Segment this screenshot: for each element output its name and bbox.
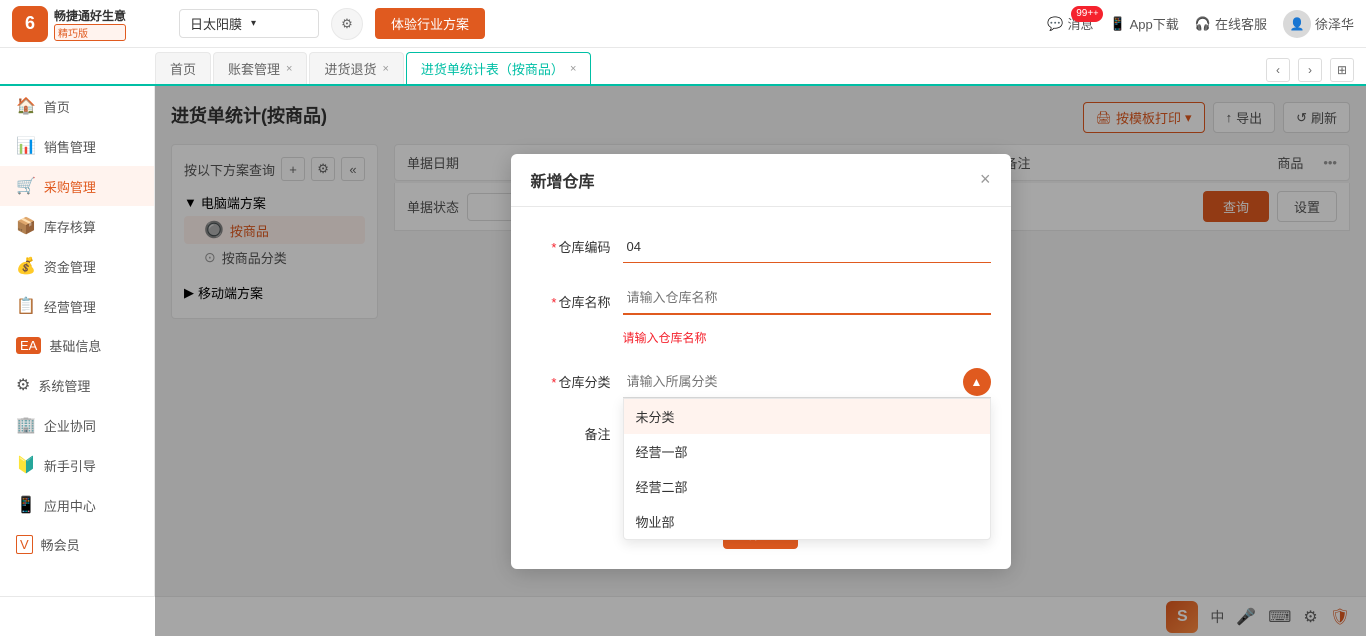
sidebar-item-enterprise[interactable]: 🏢 企业协同 [0,405,154,445]
user-item[interactable]: 👤 徐泽华 [1283,10,1354,38]
logo-badge: 精巧版 [54,24,126,41]
modal-overlay: 新增仓库 × 仓库编码 仓库名称 [155,86,1366,636]
sidebar-item-system[interactable]: ⚙ 系统管理 [0,365,154,405]
dropdown-item-uncategorized[interactable]: 未分类 [624,399,990,434]
content-area: 进货单统计(按商品) 🖨 按模板打印 ▾ ↑ 导出 ↺ 刷新 按以下方案查询 [155,86,1366,636]
app-download-item[interactable]: 📱 App下载 [1109,14,1178,33]
form-row-category: 仓库分类 ▲ 未分类 经营一部 经营二部 物业部 [531,366,991,398]
sidebar-item-management[interactable]: 📋 经营管理 [0,286,154,326]
tab-close-active-icon[interactable]: × [570,63,576,75]
home-icon: 🏠 [16,96,36,116]
online-service-item[interactable]: 🎧 在线客服 [1195,14,1267,33]
dropdown-item-dept2[interactable]: 经营二部 [624,469,990,504]
logo-text: 畅捷通好生意 精巧版 [54,7,126,41]
header-right: 💬 消息 99++ 📱 App下载 🎧 在线客服 👤 徐泽华 [1047,10,1354,38]
basic-info-icon: EA [16,337,41,354]
sidebar-item-inventory[interactable]: 📦 库存核算 [0,206,154,246]
code-label: 仓库编码 [531,231,611,256]
messages-item[interactable]: 💬 消息 99++ [1047,14,1093,33]
modal-close-button[interactable]: × [980,169,991,190]
guide-icon: 🔰 [16,455,36,475]
name-error-msg: 请输入仓库名称 [623,331,707,345]
category-toggle-btn[interactable]: ▲ [963,368,991,396]
name-label: 仓库名称 [531,286,611,311]
sidebar-item-sales[interactable]: 📊 销售管理 [0,126,154,166]
user-avatar: 👤 [1283,10,1311,38]
modal-header: 新增仓库 × [511,154,1011,207]
chevron-down-icon: ▾ [251,18,308,29]
store-name: 日太阳膜 [190,14,247,33]
tab-close-icon[interactable]: × [382,63,388,75]
logo-area: 6 畅捷通好生意 精巧版 [12,6,167,42]
form-row-code: 仓库编码 [531,231,991,263]
tab-bar: 首页 账套管理 × 进货退货 × 进货单统计表（按商品） × ‹ › ⊞ [0,48,1366,86]
vip-icon: V [16,535,33,554]
appcenter-icon: 📱 [16,495,36,515]
tab-account[interactable]: 账套管理 × [213,52,307,84]
tab-purchase-return[interactable]: 进货退货 × [309,52,403,84]
app-download-label: App下载 [1130,14,1179,33]
enterprise-icon: 🏢 [16,415,36,435]
modal-body: 仓库编码 仓库名称 请输入仓库名称 [511,207,1011,518]
form-row-name: 仓库名称 请输入仓库名称 [531,283,991,346]
name-error-row: 请输入仓库名称 [531,329,707,346]
top-header: 6 畅捷通好生意 精巧版 日太阳膜 ▾ ⚙ 体验行业方案 💬 消息 99++ 📱… [0,0,1366,48]
sidebar-item-appcenter[interactable]: 📱 应用中心 [0,485,154,525]
warehouse-name-input[interactable] [623,283,991,315]
sidebar-item-finance[interactable]: 💰 资金管理 [0,246,154,286]
remarks-label: 备注 [531,418,611,443]
management-icon: 📋 [16,296,36,316]
dropdown-item-dept3[interactable]: 物业部 [624,504,990,539]
sidebar-item-basic-info[interactable]: EA 基础信息 [0,326,154,365]
dropdown-item-dept1[interactable]: 经营一部 [624,434,990,469]
message-icon: 💬 [1047,16,1063,32]
headset-icon: 🎧 [1195,16,1211,32]
tab-menu-btn[interactable]: ⊞ [1330,58,1354,82]
name-input-row: 仓库名称 [531,283,991,315]
sales-icon: 📊 [16,136,36,156]
sidebar-item-purchase[interactable]: 🛒 采购管理 [0,166,154,206]
new-warehouse-modal: 新增仓库 × 仓库编码 仓库名称 [511,154,1011,569]
finance-icon: 💰 [16,256,36,276]
category-dropdown: 未分类 经营一部 经营二部 物业部 [623,398,991,540]
online-service-label: 在线客服 [1215,14,1267,33]
main-layout: 🏠 首页 📊 销售管理 🛒 采购管理 📦 库存核算 💰 资金管理 📋 经营管理 … [0,86,1366,636]
app-logo-icon: 6 [12,6,48,42]
tab-left-btn[interactable]: ‹ [1266,58,1290,82]
sidebar-item-vip[interactable]: V 畅会员 [0,525,154,564]
tab-right-btn[interactable]: › [1298,58,1322,82]
tab-home[interactable]: 首页 [155,52,211,84]
purchase-icon: 🛒 [16,176,36,196]
sidebar-item-home[interactable]: 🏠 首页 [0,86,154,126]
tab-purchase-stats[interactable]: 进货单统计表（按商品） × [406,52,591,84]
sidebar: 🏠 首页 📊 销售管理 🛒 采购管理 📦 库存核算 💰 资金管理 📋 经营管理 … [0,86,155,636]
modal-title: 新增仓库 [531,168,595,192]
message-badge: 99++ [1071,6,1103,22]
sidebar-item-guide[interactable]: 🔰 新手引导 [0,445,154,485]
inventory-icon: 📦 [16,216,36,236]
settings-icon[interactable]: ⚙ [331,8,363,40]
category-label: 仓库分类 [531,366,611,391]
category-select-wrap: ▲ 未分类 经营一部 经营二部 物业部 [623,366,991,398]
category-input[interactable] [623,366,991,398]
tab-controls: ‹ › ⊞ [1266,58,1366,84]
warehouse-code-input[interactable] [623,231,991,263]
tab-close-icon[interactable]: × [286,63,292,75]
phone-icon: 📱 [1109,16,1125,32]
user-name: 徐泽华 [1315,14,1354,33]
store-selector[interactable]: 日太阳膜 ▾ [179,9,319,38]
trial-button[interactable]: 体验行业方案 [375,8,485,39]
system-icon: ⚙ [16,375,30,395]
